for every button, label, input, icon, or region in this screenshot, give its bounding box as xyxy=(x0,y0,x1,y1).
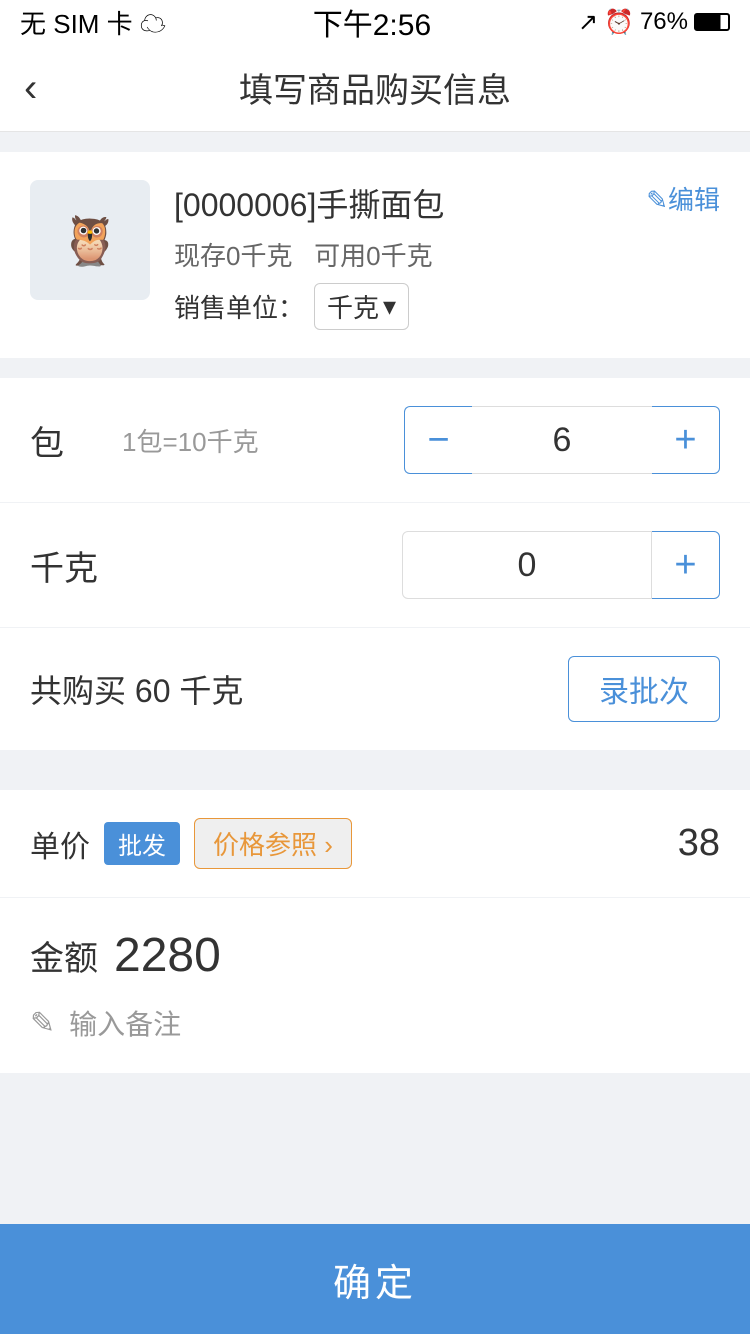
note-row[interactable]: ✎ 输入备注 xyxy=(30,1003,720,1043)
bag-input-row: 包 1包=10千克 − + xyxy=(0,378,750,503)
section-separator-2 xyxy=(0,750,750,770)
bag-plus-button[interactable]: + xyxy=(652,406,720,474)
status-right: ↗ ⏰ 76% xyxy=(578,8,730,37)
amount-section: 金额 2280 ✎ 输入备注 xyxy=(0,898,750,1073)
status-time: 下午2:56 xyxy=(313,0,431,44)
summary-text: 共购买 60 千克 xyxy=(30,666,243,712)
summary-row: 共购买 60 千克 录批次 xyxy=(0,628,750,750)
edit-button[interactable]: ✎编辑 xyxy=(646,180,720,217)
input-section: 包 1包=10千克 − + 千克 + 共购买 60 千克 录批次 xyxy=(0,378,750,750)
product-unit: 销售单位： 千克 ▾ xyxy=(174,283,720,330)
bag-label: 包 xyxy=(30,416,110,465)
product-stock: 现存0千克 可用0千克 xyxy=(174,236,720,273)
bag-hint: 1包=10千克 xyxy=(122,422,404,459)
batch-button[interactable]: 录批次 xyxy=(568,656,720,722)
sim-wifi-label: 无 SIM 卡 ☁ xyxy=(20,4,166,41)
page-title: 填写商品购买信息 xyxy=(239,63,511,112)
price-value: 38 xyxy=(678,822,720,865)
kg-quantity-input[interactable] xyxy=(402,531,652,599)
kg-label: 千克 xyxy=(30,541,110,590)
amount-row: 金额 2280 xyxy=(30,928,720,983)
amount-value: 2280 xyxy=(114,928,221,983)
amount-label: 金额 xyxy=(30,931,98,980)
battery-icon xyxy=(694,13,730,31)
price-tag: 批发 xyxy=(104,822,180,865)
note-icon: ✎ xyxy=(30,1006,55,1041)
unit-select[interactable]: 千克 ▾ xyxy=(314,283,409,330)
back-button[interactable]: ‹ xyxy=(24,68,37,108)
kg-input-row: 千克 + xyxy=(0,503,750,628)
product-name: [0000006]手撕面包 xyxy=(174,180,444,226)
battery-label: 76% xyxy=(640,8,688,36)
product-info: [0000006]手撕面包 ✎编辑 现存0千克 可用0千克 销售单位： 千克 ▾ xyxy=(174,180,720,330)
alarm-icon: ⏰ xyxy=(604,8,634,37)
product-thumb-icon: 🦉 xyxy=(60,212,120,269)
section-separator-1 xyxy=(0,358,750,378)
price-reference-button[interactable]: 价格参照 › xyxy=(194,818,352,869)
price-label: 单价 xyxy=(30,822,90,866)
spacer xyxy=(0,1073,750,1224)
location-icon: ↗ xyxy=(578,8,598,37)
note-input[interactable]: 输入备注 xyxy=(69,1003,181,1043)
bag-minus-button[interactable]: − xyxy=(404,406,472,474)
price-section: 单价 批发 价格参照 › 38 xyxy=(0,790,750,898)
chevron-down-icon: ▾ xyxy=(383,291,396,322)
status-bar: 无 SIM 卡 ☁ 下午2:56 ↗ ⏰ 76% xyxy=(0,0,750,44)
product-thumbnail: 🦉 xyxy=(30,180,150,300)
price-row: 单价 批发 价格参照 › 38 xyxy=(0,790,750,898)
kg-stepper: + xyxy=(402,531,720,599)
bag-stepper: − + xyxy=(404,406,720,474)
product-card: 🦉 [0000006]手撕面包 ✎编辑 现存0千克 可用0千克 销售单位： 千克… xyxy=(0,152,750,358)
kg-plus-button[interactable]: + xyxy=(652,531,720,599)
nav-bar: ‹ 填写商品购买信息 xyxy=(0,44,750,132)
status-left: 无 SIM 卡 ☁ xyxy=(20,4,166,41)
bag-quantity-input[interactable] xyxy=(472,406,652,474)
confirm-button[interactable]: 确定 xyxy=(0,1224,750,1334)
